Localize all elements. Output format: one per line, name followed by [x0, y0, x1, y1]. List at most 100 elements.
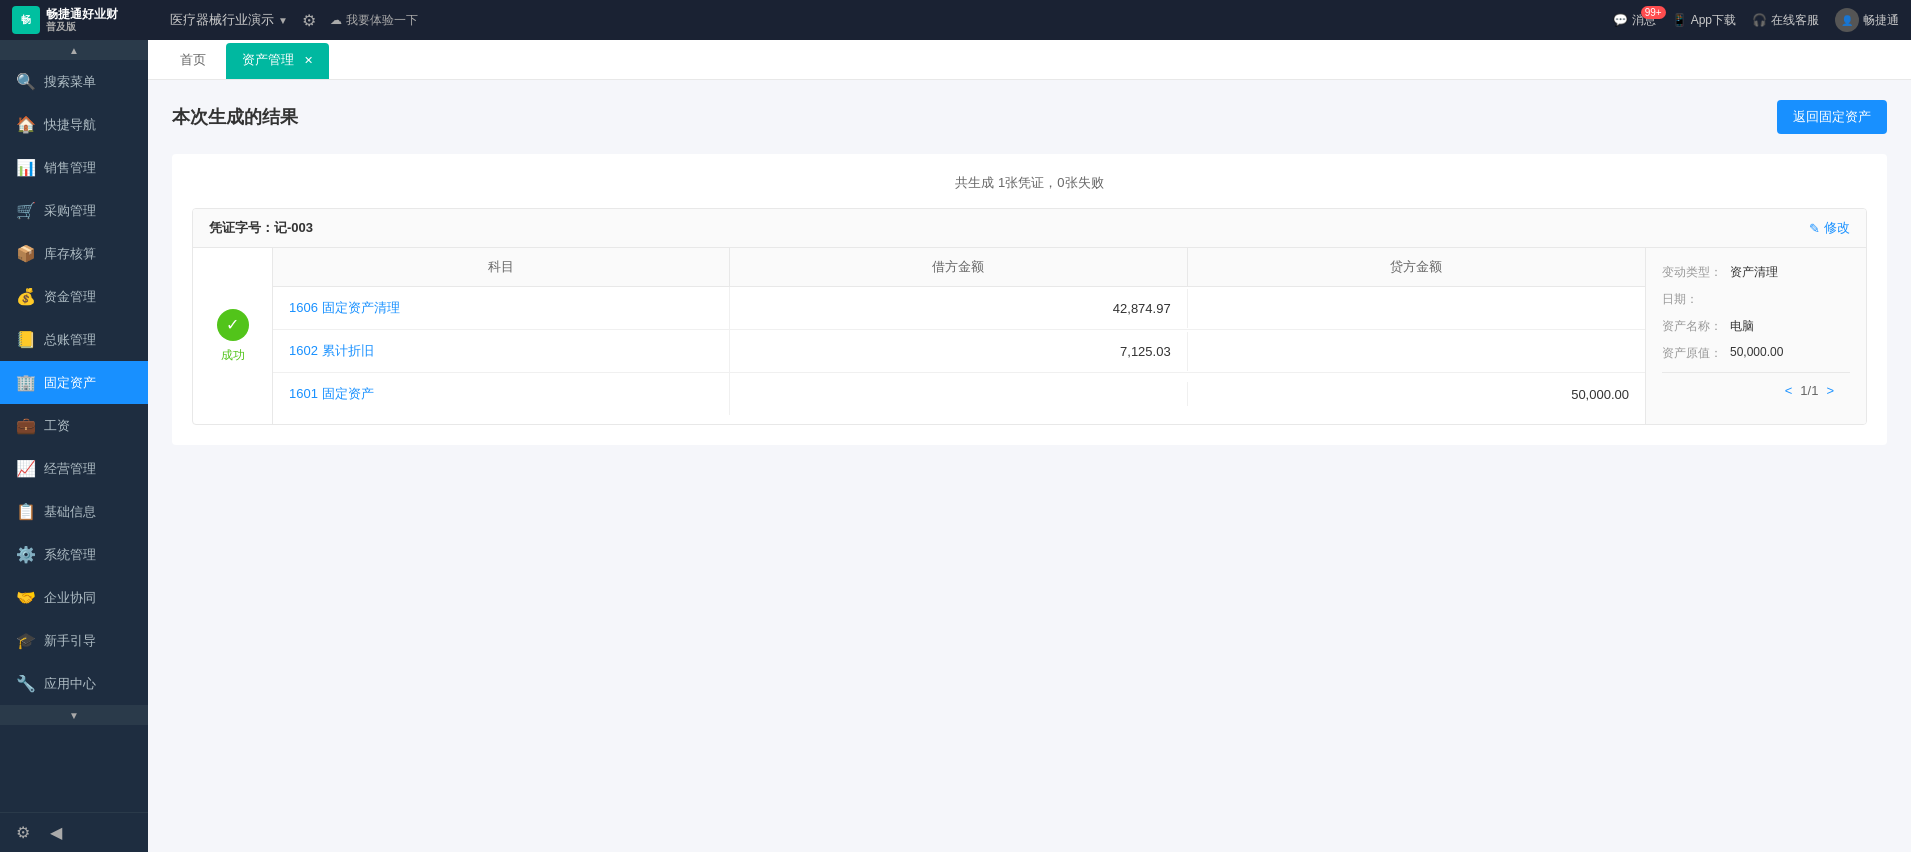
back-to-fixed-assets-button[interactable]: 返回固定资产: [1777, 100, 1887, 134]
basic-info-icon: 📋: [16, 502, 36, 521]
sidebar-item-sales[interactable]: 📊 销售管理: [0, 146, 148, 189]
change-type-label: 变动类型：: [1662, 264, 1722, 281]
header-right: 💬 消息 99+ 📱 App下载 🎧 在线客服 👤 畅捷通: [1613, 8, 1899, 32]
edit-icon: ✎: [1809, 221, 1820, 236]
sales-icon: 📊: [16, 158, 36, 177]
row1-credit: [1188, 296, 1645, 320]
voucher-block: 凭证字号：记-003 ✎ 修改 ✓ 成功: [192, 208, 1867, 425]
cloud-icon: ☁: [330, 13, 342, 27]
voucher-table: 科目 借方金额 贷方金额 1606 固定资产清理 42,874.97 1602 …: [273, 248, 1646, 424]
company-name: 医疗器械行业演示: [170, 11, 274, 29]
sidebar-item-search[interactable]: 🔍 搜索菜单: [0, 60, 148, 103]
sidebar-label-payroll: 工资: [44, 417, 70, 435]
result-panel: 共生成 1张凭证，0张失败 凭证字号：记-003 ✎ 修改: [172, 154, 1887, 445]
sidebar-item-inventory[interactable]: 📦 库存核算: [0, 232, 148, 275]
sidebar-label-basic-info: 基础信息: [44, 503, 96, 521]
voucher-header: 凭证字号：记-003 ✎ 修改: [193, 209, 1866, 248]
table-header: 科目 借方金额 贷方金额: [273, 248, 1645, 287]
main-layout: ▲ 🔍 搜索菜单 🏠 快捷导航 📊 销售管理 🛒 采购管理 📦 库存核算 💰 资…: [0, 40, 1911, 852]
sidebar-item-ledger[interactable]: 📒 总账管理: [0, 318, 148, 361]
edit-voucher-button[interactable]: ✎ 修改: [1809, 219, 1850, 237]
detail-original-value: 资产原值： 50,000.00: [1662, 345, 1850, 362]
sidebar-label-guide: 新手引导: [44, 632, 96, 650]
sidebar-label-fixed-assets: 固定资产: [44, 374, 96, 392]
sidebar-label-app-center: 应用中心: [44, 675, 96, 693]
tab-home[interactable]: 首页: [164, 43, 222, 79]
sidebar-item-guide[interactable]: 🎓 新手引导: [0, 619, 148, 662]
asset-name-label: 资产名称：: [1662, 318, 1722, 335]
detail-change-type: 变动类型： 资产清理: [1662, 264, 1850, 281]
logo-main: 畅捷通好业财: [46, 7, 118, 21]
page-title-bar: 本次生成的结果 返回固定资产: [172, 100, 1887, 134]
inventory-icon: 📦: [16, 244, 36, 263]
sidebar-item-operations[interactable]: 📈 经营管理: [0, 447, 148, 490]
prev-page-button[interactable]: <: [1785, 383, 1793, 398]
headset-icon: 🎧: [1752, 13, 1767, 27]
scroll-up-button[interactable]: ▲: [0, 40, 148, 60]
app-download-button[interactable]: 📱 App下载: [1672, 12, 1736, 29]
sidebar-item-quick-nav[interactable]: 🏠 快捷导航: [0, 103, 148, 146]
voucher-id: 凭证字号：记-003: [209, 219, 313, 237]
sidebar-item-fixed-assets[interactable]: 🏢 固定资产: [0, 361, 148, 404]
sidebar-item-payroll[interactable]: 💼 工资: [0, 404, 148, 447]
user-info[interactable]: 👤 畅捷通: [1835, 8, 1899, 32]
home-icon: 🏠: [16, 115, 36, 134]
feedback-button[interactable]: ☁ 我要体验一下: [330, 12, 418, 29]
bottom-settings-icon[interactable]: ⚙: [16, 823, 30, 842]
online-service-button[interactable]: 🎧 在线客服: [1752, 12, 1819, 29]
enterprise-icon: 🤝: [16, 588, 36, 607]
messages-icon: 💬: [1613, 13, 1628, 27]
logo-area: 畅 畅捷通好业财 普及版: [12, 6, 160, 34]
row3-account: 1601 固定资产: [273, 373, 730, 415]
col-credit: 贷方金额: [1188, 248, 1645, 286]
table-row: 1602 累计折旧 7,125.03: [273, 330, 1645, 373]
row1-account: 1606 固定资产清理: [273, 287, 730, 329]
sidebar-item-app-center[interactable]: 🔧 应用中心: [0, 662, 148, 705]
download-icon: 📱: [1672, 13, 1687, 27]
detail-asset-name: 资产名称： 电脑: [1662, 318, 1850, 335]
asset-name-value: 电脑: [1730, 318, 1754, 335]
sidebar-label-purchase: 采购管理: [44, 202, 96, 220]
messages-badge: 99+: [1641, 6, 1666, 19]
row3-credit: 50,000.00: [1188, 375, 1645, 414]
status-circle: ✓: [217, 309, 249, 341]
voucher-status: ✓ 成功: [193, 248, 273, 424]
status-text: 成功: [221, 347, 245, 364]
tab-asset-mgmt[interactable]: 资产管理 ✕: [226, 43, 329, 79]
sidebar-item-system[interactable]: ⚙️ 系统管理: [0, 533, 148, 576]
app-center-icon: 🔧: [16, 674, 36, 693]
tab-home-label: 首页: [180, 52, 206, 67]
logo-sub: 普及版: [46, 21, 118, 33]
page-info: 1/1: [1800, 383, 1818, 398]
tab-close-icon[interactable]: ✕: [304, 54, 313, 66]
feedback-label: 我要体验一下: [346, 12, 418, 29]
voucher-details: 变动类型： 资产清理 日期： 资产名称： 电脑: [1646, 248, 1866, 424]
sidebar-bottom: ⚙ ◀: [0, 812, 148, 852]
next-page-button[interactable]: >: [1826, 383, 1834, 398]
collapse-icon[interactable]: ◀: [50, 823, 62, 842]
guide-icon: 🎓: [16, 631, 36, 650]
detail-date: 日期：: [1662, 291, 1850, 308]
online-service-label: 在线客服: [1771, 12, 1819, 29]
sidebar-item-enterprise[interactable]: 🤝 企业协同: [0, 576, 148, 619]
content-area: 首页 资产管理 ✕ 本次生成的结果 返回固定资产 共生成 1张凭证，0张失败: [148, 40, 1911, 852]
company-selector[interactable]: 医疗器械行业演示 ▼: [170, 11, 288, 29]
row1-debit: 42,874.97: [730, 289, 1187, 328]
scroll-down-button[interactable]: ▼: [0, 705, 148, 725]
voucher-body: ✓ 成功 科目 借方金额 贷方金额 1606 固定资产清理: [193, 248, 1866, 424]
purchase-icon: 🛒: [16, 201, 36, 220]
avatar: 👤: [1835, 8, 1859, 32]
chevron-down-icon: ▼: [278, 15, 288, 26]
messages-button[interactable]: 💬 消息 99+: [1613, 12, 1656, 29]
fixed-assets-icon: 🏢: [16, 373, 36, 392]
row3-debit: [730, 382, 1187, 406]
sidebar-label-operations: 经营管理: [44, 460, 96, 478]
page-title: 本次生成的结果: [172, 105, 298, 129]
row2-credit: [1188, 339, 1645, 363]
sidebar-label-ledger: 总账管理: [44, 331, 96, 349]
sidebar-item-finance[interactable]: 💰 资金管理: [0, 275, 148, 318]
sidebar-item-purchase[interactable]: 🛒 采购管理: [0, 189, 148, 232]
sidebar-label-inventory: 库存核算: [44, 245, 96, 263]
settings-icon[interactable]: ⚙: [298, 7, 320, 34]
sidebar-item-basic-info[interactable]: 📋 基础信息: [0, 490, 148, 533]
